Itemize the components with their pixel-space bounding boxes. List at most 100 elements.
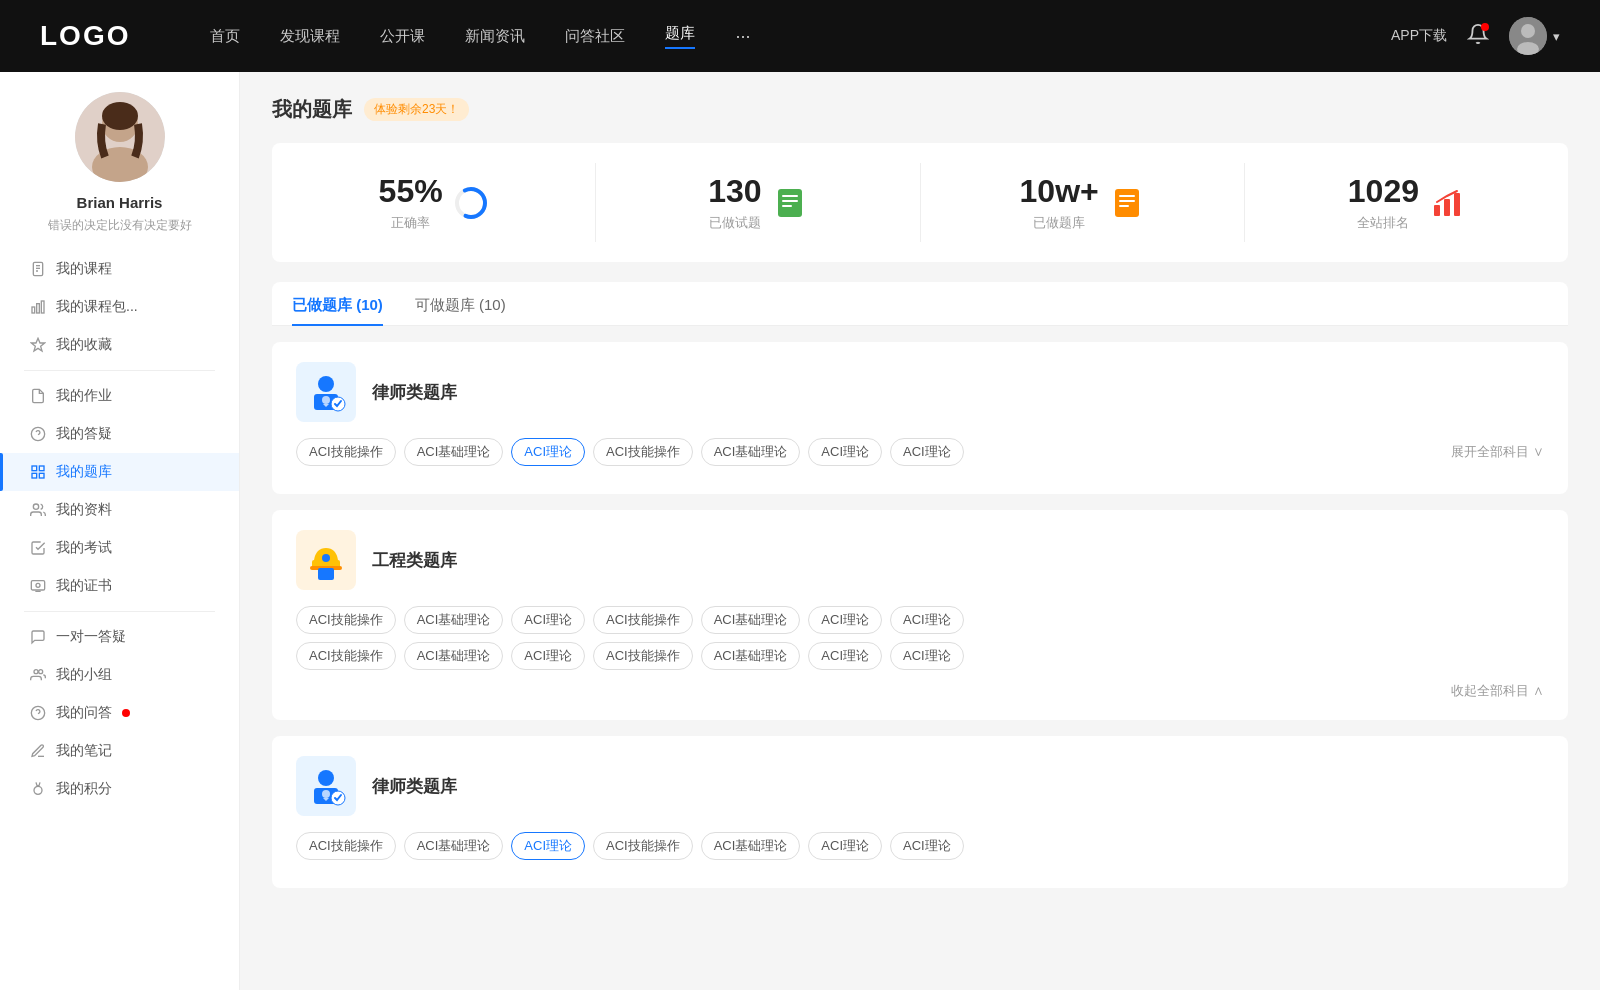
sidebar-item-my-qa[interactable]: 我的问答 [0,694,239,732]
lawyer-bank-icon-2 [296,756,356,816]
svg-point-1 [1521,24,1535,38]
lawyer-bank-icon-1 [296,362,356,422]
stat-questions: 130 已做试题 [596,163,920,242]
quiz-bank-card-2: 工程类题库 ACI技能操作 ACI基础理论 ACI理论 ACI技能操作 ACI基… [272,510,1568,720]
tag-3-2[interactable]: ACI理论 [511,832,585,860]
svg-rect-41 [1444,199,1450,216]
svg-point-23 [36,583,40,587]
tag-1-6[interactable]: ACI理论 [890,438,964,466]
star-icon [30,337,46,353]
svg-rect-50 [318,568,334,580]
bank-title-2: 工程类题库 [372,549,457,572]
svg-rect-34 [782,200,798,202]
tag-2b-3[interactable]: ACI技能操作 [593,642,693,670]
tag-1-0[interactable]: ACI技能操作 [296,438,396,466]
stat-accuracy: 55% 正确率 [272,163,596,242]
svg-rect-11 [32,307,35,313]
stat-questions-label: 已做试题 [708,214,761,232]
nav-quiz[interactable]: 题库 [665,24,695,49]
tag-1-3[interactable]: ACI技能操作 [593,438,693,466]
nav-menu: 首页 发现课程 公开课 新闻资讯 问答社区 题库 ··· [210,24,1391,49]
page-title: 我的题库 [272,96,352,123]
svg-rect-17 [32,466,37,471]
tag-2-6[interactable]: ACI理论 [890,606,964,634]
tab-done[interactable]: 已做题库 (10) [292,282,383,325]
homework-icon [30,388,46,404]
sidebar-item-course-package[interactable]: 我的课程包... [0,288,239,326]
quiz-bank-header-2: 工程类题库 [296,530,1544,590]
svg-point-53 [322,790,330,798]
chart-red-icon [1429,185,1465,221]
nav-news[interactable]: 新闻资讯 [465,27,525,46]
collapse-btn-2[interactable]: 收起全部科目 ∧ [296,678,1544,700]
quiz-bank-header-1: 律师类题库 [296,362,1544,422]
sidebar-item-profile[interactable]: 我的资料 [0,491,239,529]
doc-green-icon [772,185,808,221]
sidebar-item-certificate[interactable]: 我的证书 [0,567,239,605]
user-avatar-menu[interactable]: ▾ [1509,17,1560,55]
tag-2-4[interactable]: ACI基础理论 [701,606,801,634]
nav-qa[interactable]: 问答社区 [565,27,625,46]
quiz-bank-card-1: 律师类题库 ACI技能操作 ACI基础理论 ACI理论 ACI技能操作 ACI基… [272,342,1568,494]
sidebar-item-exam[interactable]: 我的考试 [0,529,239,567]
engineer-bank-icon [296,530,356,590]
tag-3-1[interactable]: ACI基础理论 [404,832,504,860]
tag-2b-4[interactable]: ACI基础理论 [701,642,801,670]
navbar: LOGO 首页 发现课程 公开课 新闻资讯 问答社区 题库 ··· APP下载 … [0,0,1600,72]
main-content: 我的题库 体验剩余23天！ 55% 正确率 [240,72,1600,990]
sidebar-item-homework[interactable]: 我的作业 [0,377,239,415]
nav-discover[interactable]: 发现课程 [280,27,340,46]
nav-home[interactable]: 首页 [210,27,240,46]
svg-point-43 [318,376,334,392]
sidebar-item-notes[interactable]: 我的笔记 [0,732,239,770]
stat-banks-label: 已做题库 [1020,214,1099,232]
tag-2b-2[interactable]: ACI理论 [511,642,585,670]
sidebar-item-1on1-qa[interactable]: 一对一答疑 [0,618,239,656]
tag-1-2[interactable]: ACI理论 [511,438,585,466]
sidebar-item-quiz-bank[interactable]: 我的题库 [0,453,239,491]
bank-title-3: 律师类题库 [372,775,457,798]
tab-available[interactable]: 可做题库 (10) [415,282,506,325]
tag-2-0[interactable]: ACI技能操作 [296,606,396,634]
sidebar-item-group[interactable]: 我的小组 [0,656,239,694]
svg-point-29 [34,786,42,794]
medal-icon [30,781,46,797]
sidebar-item-points[interactable]: 我的积分 [0,770,239,808]
dropdown-arrow-icon: ▾ [1553,29,1560,44]
sidebar-item-favorites[interactable]: 我的收藏 [0,326,239,364]
app-download-btn[interactable]: APP下载 [1391,27,1447,45]
svg-point-51 [318,770,334,786]
tag-3-3[interactable]: ACI技能操作 [593,832,693,860]
tag-2b-6[interactable]: ACI理论 [890,642,964,670]
sidebar-divider-1 [24,370,215,371]
sidebar-item-qa[interactable]: 我的答疑 [0,415,239,453]
svg-rect-20 [32,473,37,478]
tag-3-5[interactable]: ACI理论 [808,832,882,860]
tags-row-1: ACI技能操作 ACI基础理论 ACI理论 ACI技能操作 ACI基础理论 AC… [296,438,1544,466]
people-icon [30,502,46,518]
tag-3-4[interactable]: ACI基础理论 [701,832,801,860]
cert-icon [30,578,46,594]
tag-2-2[interactable]: ACI理论 [511,606,585,634]
tag-3-0[interactable]: ACI技能操作 [296,832,396,860]
sidebar-item-my-course[interactable]: 我的课程 [0,250,239,288]
tag-1-1[interactable]: ACI基础理论 [404,438,504,466]
tag-3-6[interactable]: ACI理论 [890,832,964,860]
nav-more[interactable]: ··· [735,26,750,47]
tag-2-3[interactable]: ACI技能操作 [593,606,693,634]
tag-1-4[interactable]: ACI基础理论 [701,438,801,466]
tag-2-1[interactable]: ACI基础理论 [404,606,504,634]
nav-open[interactable]: 公开课 [380,27,425,46]
notification-bell-icon[interactable] [1467,23,1489,49]
tag-1-5[interactable]: ACI理论 [808,438,882,466]
navbar-right: APP下载 ▾ [1391,17,1560,55]
svg-rect-40 [1434,205,1440,216]
logo[interactable]: LOGO [40,20,130,52]
tag-2b-1[interactable]: ACI基础理论 [404,642,504,670]
tag-2-5[interactable]: ACI理论 [808,606,882,634]
tag-2b-5[interactable]: ACI理论 [808,642,882,670]
svg-rect-35 [782,205,792,207]
expand-btn-1[interactable]: 展开全部科目 ∨ [1451,443,1544,461]
tag-2b-0[interactable]: ACI技能操作 [296,642,396,670]
sidebar: Brian Harris 错误的决定比没有决定要好 我的课程 我的课程包... … [0,72,240,990]
